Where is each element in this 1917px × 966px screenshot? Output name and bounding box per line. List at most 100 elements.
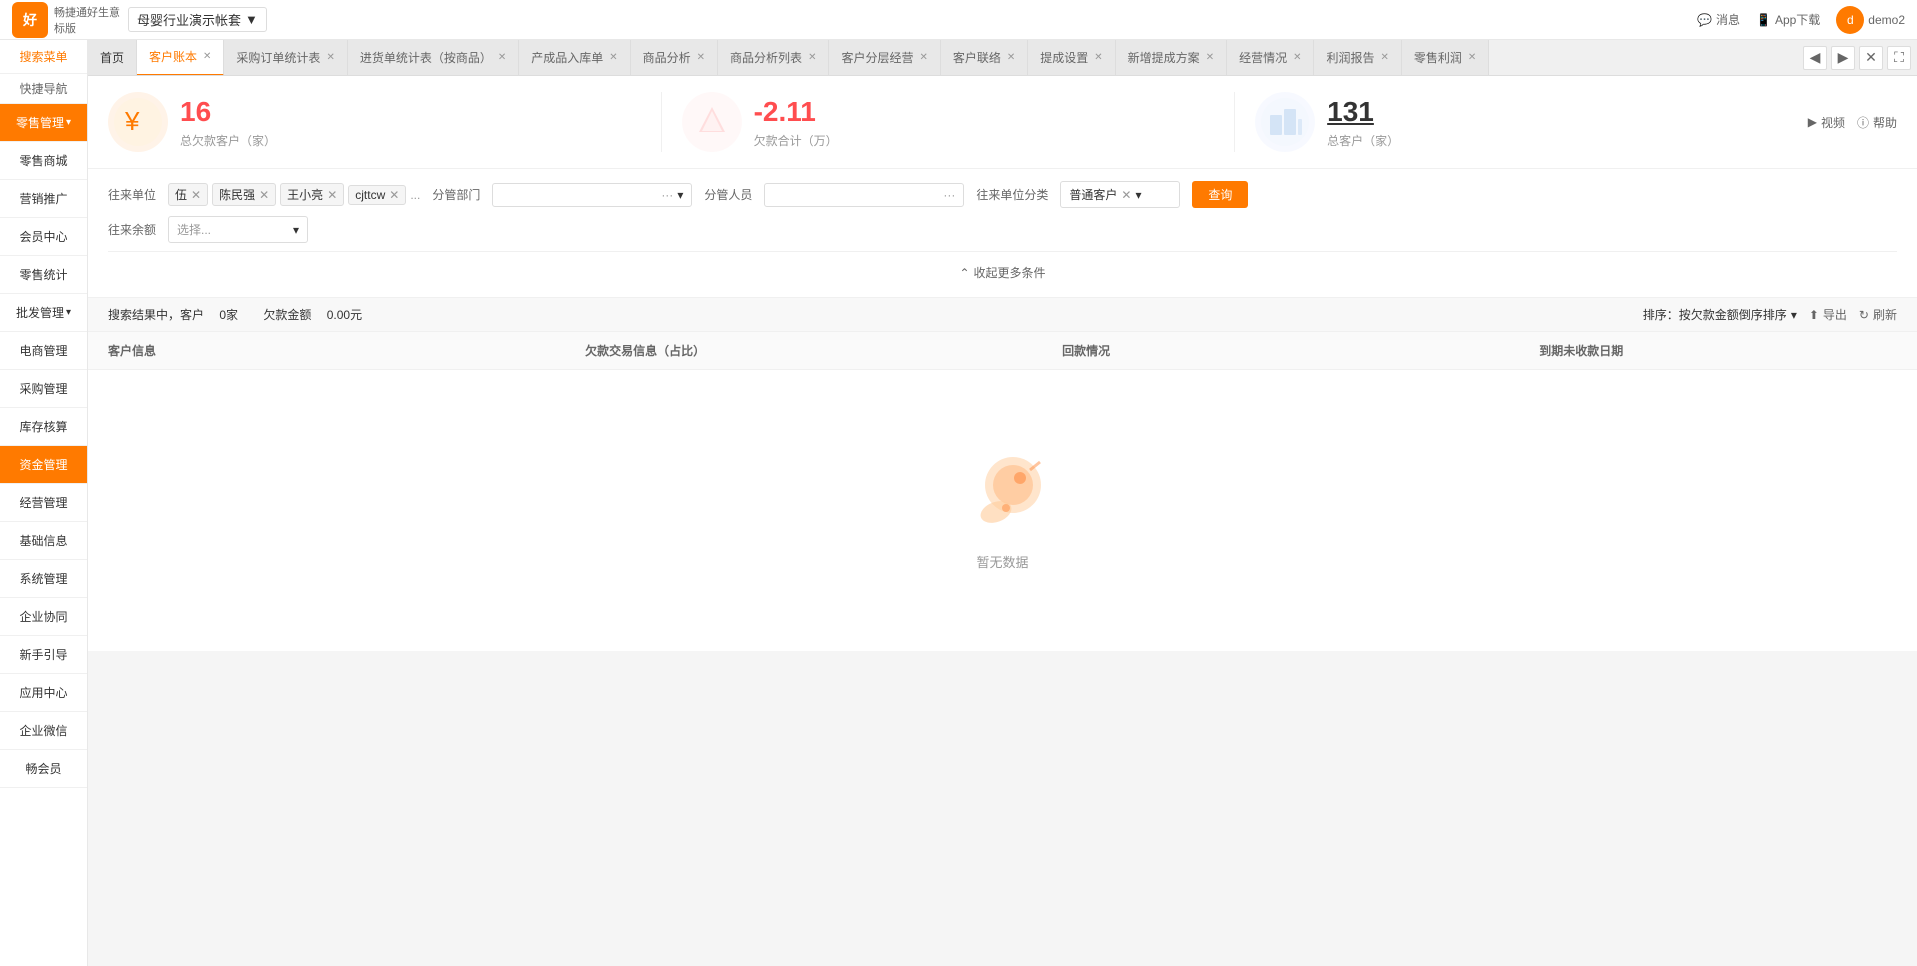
tab-customer-tier[interactable]: 客户分层经营 ✕: [829, 40, 940, 76]
search-results-text: 搜索结果中，客户 0家 欠款金额 0.00元: [108, 308, 374, 322]
sidebar-item-retail-stats[interactable]: 零售统计: [0, 256, 87, 294]
sidebar-search[interactable]: 搜索菜单: [0, 40, 87, 74]
tab-close-icon[interactable]: ✕: [1007, 52, 1015, 63]
results-info: 搜索结果中，客户 0家 欠款金额 0.00元: [108, 306, 386, 323]
tab-close-all-button[interactable]: ✕: [1859, 46, 1883, 70]
tab-close-icon[interactable]: ✕: [1468, 52, 1476, 63]
tag-remove-category[interactable]: ✕: [1121, 188, 1131, 202]
tab-close-icon[interactable]: ✕: [1206, 52, 1214, 63]
refresh-button[interactable]: ↻ 刷新: [1859, 306, 1897, 323]
refresh-icon: ↻: [1859, 308, 1869, 322]
fullscreen-button[interactable]: ⛶: [1887, 46, 1911, 70]
tab-purchase-stats[interactable]: 采购订单统计表 ✕: [224, 40, 347, 76]
tab-bar-actions: ◀ ▶ ✕ ⛶: [1797, 46, 1917, 70]
sidebar-item-enterprise-wechat[interactable]: 企业微信: [0, 712, 87, 750]
sidebar: 搜索菜单 快捷导航 零售管理 ▾ 零售商城 营销推广 会员中心 零售统计 批发管…: [0, 40, 88, 966]
category-select[interactable]: 普通客户 ✕ ▾: [1060, 181, 1180, 208]
sidebar-item-wholesale[interactable]: 批发管理 ▾: [0, 294, 87, 332]
tag-remove-wang[interactable]: ✕: [327, 188, 337, 202]
balance-placeholder: 选择...: [177, 221, 289, 238]
tab-profit-report[interactable]: 利润报告 ✕: [1314, 40, 1401, 76]
tab-close-icon[interactable]: ✕: [808, 52, 816, 63]
collapse-section: ⌃ 收起更多条件: [108, 251, 1897, 285]
sidebar-item-inventory[interactable]: 库存核算: [0, 408, 87, 446]
video-button[interactable]: ▶ 视频: [1808, 114, 1845, 131]
sidebar-item-members[interactable]: 会员中心: [0, 218, 87, 256]
sidebar-item-vip[interactable]: 畅会员: [0, 750, 87, 788]
tab-close-icon[interactable]: ✕: [1094, 52, 1102, 63]
filter-row-1: 往来单位 伍 ✕ 陈民强 ✕ 王小亮: [108, 181, 1897, 208]
dept-select[interactable]: ··· ▾: [492, 183, 692, 207]
filter-more-icon[interactable]: ...: [410, 188, 420, 202]
chevron-down-icon: ▾: [1135, 188, 1141, 202]
balance-filter-label: 往来余额: [108, 221, 156, 238]
tag-remove-cjttcw[interactable]: ✕: [389, 188, 399, 202]
sort-select[interactable]: 排序：按欠款金额倒序排序 ▾: [1643, 306, 1797, 323]
topbar-left: 好 畅捷通好生意 标版 母婴行业演示帐套 ▼: [12, 2, 267, 38]
tab-customer-contact[interactable]: 客户联络 ✕: [941, 40, 1028, 76]
sidebar-item-capital[interactable]: 资金管理: [0, 446, 87, 484]
topbar-right: 💬 消息 📱 App下载 d demo2: [1697, 6, 1905, 34]
col-header-repayment: 回款情况: [1062, 342, 1539, 359]
stat-icon-customers: ¥: [108, 92, 168, 152]
tag-remove-chen[interactable]: ✕: [259, 188, 269, 202]
sidebar-item-basics[interactable]: 基础信息: [0, 522, 87, 560]
tab-cost-instock[interactable]: 产成品入库单 ✕: [519, 40, 630, 76]
tab-close-icon[interactable]: ✕: [1381, 52, 1389, 63]
filter-tag-wu: 伍 ✕: [168, 183, 208, 206]
tab-instock-stats[interactable]: 进货单统计表（按商品） ✕: [348, 40, 519, 76]
collapse-button[interactable]: ⌃ 收起更多条件: [108, 260, 1897, 285]
filter-area: 往来单位 伍 ✕ 陈民强 ✕ 王小亮: [88, 169, 1917, 298]
tab-close-icon[interactable]: ✕: [498, 52, 506, 63]
app-download-button[interactable]: 📱 App下载: [1756, 11, 1820, 28]
sidebar-item-operations[interactable]: 经营管理: [0, 484, 87, 522]
sidebar-item-purchase[interactable]: 采购管理: [0, 370, 87, 408]
store-selector[interactable]: 母婴行业演示帐套 ▼: [128, 7, 267, 32]
col-header-customer: 客户信息: [108, 342, 585, 359]
dept-filter-label: 分管部门: [432, 186, 480, 203]
stat-block-total: 131 总客户（家）: [1235, 92, 1808, 152]
sidebar-item-marketing[interactable]: 营销推广: [0, 180, 87, 218]
tab-customer-book[interactable]: 客户账本 ✕: [137, 40, 224, 76]
chevron-down-icon: ▾: [1791, 308, 1797, 322]
sidebar-item-retail-mall[interactable]: 零售商城: [0, 142, 87, 180]
tab-biz-overview[interactable]: 经营情况 ✕: [1227, 40, 1314, 76]
query-button[interactable]: 查询: [1192, 181, 1248, 208]
sidebar-item-ecom[interactable]: 电商管理: [0, 332, 87, 370]
person-select[interactable]: ···: [764, 183, 964, 207]
tab-close-icon[interactable]: ✕: [919, 52, 927, 63]
tab-product-analysis[interactable]: 商品分析 ✕: [631, 40, 718, 76]
tab-close-icon[interactable]: ✕: [326, 52, 334, 63]
tab-retail-profit[interactable]: 零售利润 ✕: [1402, 40, 1489, 76]
tab-close-icon[interactable]: ✕: [1293, 52, 1301, 63]
tab-product-analysis-list[interactable]: 商品分析列表 ✕: [718, 40, 829, 76]
tab-prev-button[interactable]: ◀: [1803, 46, 1827, 70]
tab-home[interactable]: 首页: [88, 40, 137, 76]
user-profile[interactable]: d demo2: [1836, 6, 1905, 34]
sidebar-item-enterprise[interactable]: 企业协同: [0, 598, 87, 636]
tab-tip-settings[interactable]: 提成设置 ✕: [1028, 40, 1115, 76]
tab-label: 新增提成方案: [1128, 49, 1200, 66]
stat-label-amount: 欠款合计（万）: [754, 132, 838, 149]
tab-label: 商品分析: [643, 49, 691, 66]
tab-close-icon[interactable]: ✕: [697, 52, 705, 63]
message-button[interactable]: 💬 消息: [1697, 11, 1740, 28]
tab-add-tip-plan[interactable]: 新增提成方案 ✕: [1116, 40, 1227, 76]
tab-next-button[interactable]: ▶: [1831, 46, 1855, 70]
tag-remove-wu[interactable]: ✕: [191, 188, 201, 202]
balance-select[interactable]: 选择... ▾: [168, 216, 308, 243]
main-layout: 搜索菜单 快捷导航 零售管理 ▾ 零售商城 营销推广 会员中心 零售统计 批发管…: [0, 40, 1917, 966]
tab-close-icon[interactable]: ✕: [609, 52, 617, 63]
help-button[interactable]: ⓘ 帮助: [1857, 114, 1897, 131]
sidebar-quick-nav[interactable]: 快捷导航: [0, 74, 87, 104]
export-button[interactable]: ⬆ 导出: [1809, 306, 1847, 323]
sidebar-item-newbie[interactable]: 新手引导: [0, 636, 87, 674]
person-dots: ···: [943, 188, 955, 202]
empty-illustration: [958, 450, 1048, 540]
filter-tag-wang: 王小亮 ✕: [280, 183, 344, 206]
sidebar-item-app-center[interactable]: 应用中心: [0, 674, 87, 712]
tab-close-icon[interactable]: ✕: [203, 51, 211, 62]
sidebar-item-retail-mgmt[interactable]: 零售管理 ▾: [0, 104, 87, 142]
sidebar-item-system[interactable]: 系统管理: [0, 560, 87, 598]
tab-label: 进货单统计表（按商品）: [360, 49, 492, 66]
